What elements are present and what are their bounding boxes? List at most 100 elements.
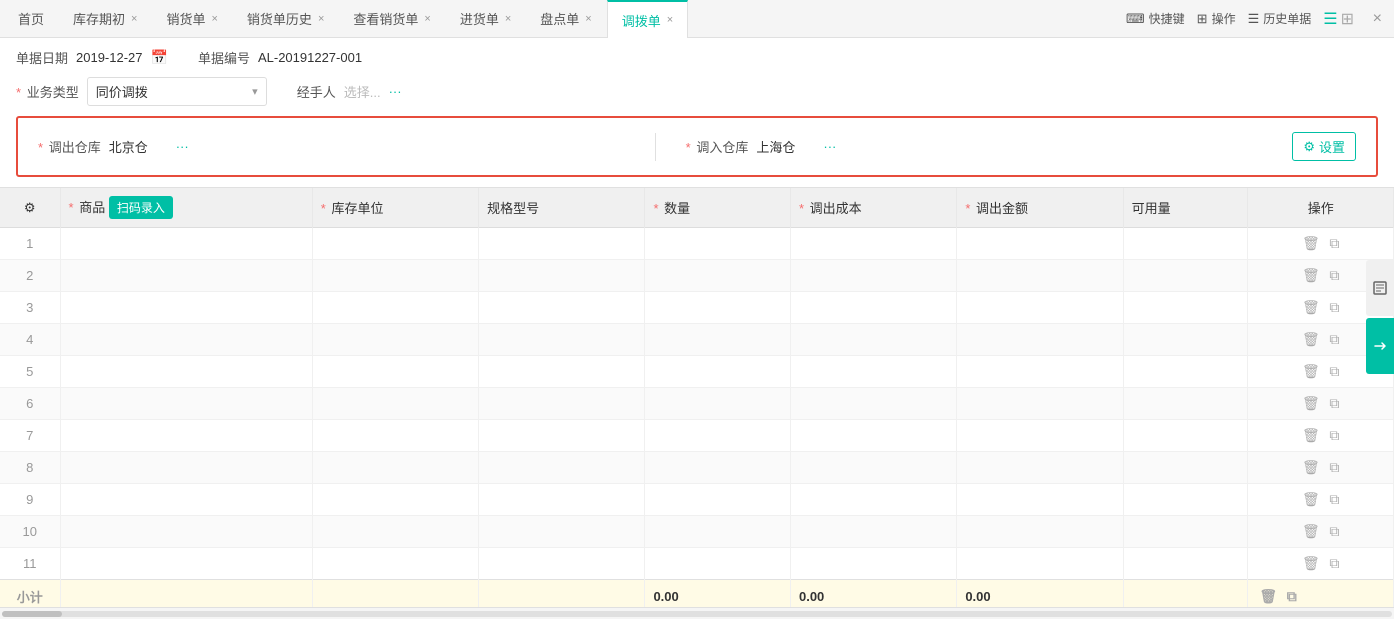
row-cost[interactable]: [790, 548, 956, 580]
grid-view-icon[interactable]: ⊞: [1341, 9, 1354, 29]
row-product[interactable]: [60, 452, 312, 484]
row-amount[interactable]: [957, 356, 1123, 388]
row-qty[interactable]: [645, 548, 791, 580]
row-product[interactable]: [60, 260, 312, 292]
delete-icon[interactable]: 🗑: [1302, 459, 1320, 475]
row-cost[interactable]: [790, 516, 956, 548]
summary-copy-icon[interactable]: ⧉: [1287, 588, 1297, 604]
row-qty[interactable]: [645, 388, 791, 420]
business-type-select[interactable]: 同价调拨 ▾: [87, 77, 267, 106]
copy-icon[interactable]: ⧉: [1329, 427, 1339, 443]
row-unit[interactable]: [312, 420, 478, 452]
tab-stocktake[interactable]: 盘点单 ×: [526, 0, 606, 38]
row-cost[interactable]: [790, 452, 956, 484]
row-product[interactable]: [60, 388, 312, 420]
side-expand-button[interactable]: [1366, 318, 1394, 374]
list-view-icon[interactable]: ☰: [1323, 9, 1337, 29]
side-note-button[interactable]: [1366, 260, 1394, 316]
row-unit[interactable]: [312, 548, 478, 580]
row-qty[interactable]: [645, 228, 791, 260]
copy-icon[interactable]: ⧉: [1329, 459, 1339, 475]
row-product[interactable]: [60, 356, 312, 388]
horizontal-scrollbar[interactable]: [0, 607, 1394, 619]
manager-input[interactable]: 选择...: [344, 82, 381, 101]
row-spec[interactable]: [479, 388, 645, 420]
row-spec[interactable]: [479, 292, 645, 324]
row-cost[interactable]: [790, 484, 956, 516]
window-close-button[interactable]: ×: [1373, 10, 1382, 28]
delete-icon[interactable]: 🗑: [1302, 491, 1320, 507]
copy-icon[interactable]: ⧉: [1329, 555, 1339, 571]
row-spec[interactable]: [479, 324, 645, 356]
copy-icon[interactable]: ⧉: [1329, 363, 1339, 379]
row-qty[interactable]: [645, 260, 791, 292]
copy-icon[interactable]: ⧉: [1329, 395, 1339, 411]
tab-inventory-init-close[interactable]: ×: [131, 13, 137, 25]
row-amount[interactable]: [957, 548, 1123, 580]
warehouse-in-more-button[interactable]: ···: [823, 139, 836, 154]
row-cost[interactable]: [790, 356, 956, 388]
delete-icon[interactable]: 🗑: [1302, 395, 1320, 411]
copy-icon[interactable]: ⧉: [1329, 299, 1339, 315]
tab-stocktake-close[interactable]: ×: [585, 13, 591, 25]
row-spec[interactable]: [479, 420, 645, 452]
row-spec[interactable]: [479, 356, 645, 388]
delete-icon[interactable]: 🗑: [1302, 363, 1320, 379]
delete-icon[interactable]: 🗑: [1302, 427, 1320, 443]
row-amount[interactable]: [957, 292, 1123, 324]
row-qty[interactable]: [645, 484, 791, 516]
row-qty[interactable]: [645, 452, 791, 484]
row-amount[interactable]: [957, 452, 1123, 484]
delete-icon[interactable]: 🗑: [1302, 555, 1320, 571]
tab-inventory-init[interactable]: 库存期初 ×: [59, 0, 152, 38]
row-unit[interactable]: [312, 484, 478, 516]
delete-icon[interactable]: 🗑: [1302, 235, 1320, 251]
row-spec[interactable]: [479, 452, 645, 484]
row-amount[interactable]: [957, 260, 1123, 292]
tab-sales-history[interactable]: 销货单历史 ×: [233, 0, 339, 38]
row-spec[interactable]: [479, 548, 645, 580]
row-unit[interactable]: [312, 388, 478, 420]
row-qty[interactable]: [645, 420, 791, 452]
row-amount[interactable]: [957, 228, 1123, 260]
row-unit[interactable]: [312, 292, 478, 324]
row-qty[interactable]: [645, 292, 791, 324]
scrollbar-thumb[interactable]: [2, 611, 62, 617]
tab-view-sales[interactable]: 查看销货单 ×: [339, 0, 445, 38]
row-cost[interactable]: [790, 292, 956, 324]
warehouse-out-value[interactable]: 北京仓: [109, 137, 148, 156]
calendar-icon[interactable]: 📅: [151, 49, 168, 66]
row-amount[interactable]: [957, 516, 1123, 548]
row-amount[interactable]: [957, 484, 1123, 516]
tab-view-sales-close[interactable]: ×: [424, 13, 430, 25]
scan-barcode-button[interactable]: 扫码录入: [109, 196, 173, 219]
row-unit[interactable]: [312, 260, 478, 292]
row-product[interactable]: [60, 420, 312, 452]
tab-purchase-order-close[interactable]: ×: [505, 13, 511, 25]
row-spec[interactable]: [479, 516, 645, 548]
row-unit[interactable]: [312, 516, 478, 548]
delete-icon[interactable]: 🗑: [1302, 523, 1320, 539]
copy-icon[interactable]: ⧉: [1329, 235, 1339, 251]
col-gear-header[interactable]: ⚙: [0, 188, 60, 228]
row-cost[interactable]: [790, 388, 956, 420]
row-product[interactable]: [60, 516, 312, 548]
manager-more-button[interactable]: ···: [389, 84, 402, 99]
row-cost[interactable]: [790, 228, 956, 260]
row-spec[interactable]: [479, 228, 645, 260]
row-qty[interactable]: [645, 516, 791, 548]
row-product[interactable]: [60, 484, 312, 516]
tab-home[interactable]: 首页: [4, 0, 59, 38]
delete-icon[interactable]: 🗑: [1302, 299, 1320, 315]
row-spec[interactable]: [479, 484, 645, 516]
warehouse-in-value[interactable]: 上海仓: [756, 137, 795, 156]
tab-sales-order-close[interactable]: ×: [211, 13, 217, 25]
operation-button[interactable]: ⊞ 操作: [1197, 10, 1236, 27]
row-qty[interactable]: [645, 324, 791, 356]
row-product[interactable]: [60, 292, 312, 324]
row-cost[interactable]: [790, 324, 956, 356]
row-cost[interactable]: [790, 420, 956, 452]
delete-icon[interactable]: 🗑: [1302, 267, 1320, 283]
row-qty[interactable]: [645, 356, 791, 388]
tab-transfer-close[interactable]: ×: [667, 14, 673, 26]
